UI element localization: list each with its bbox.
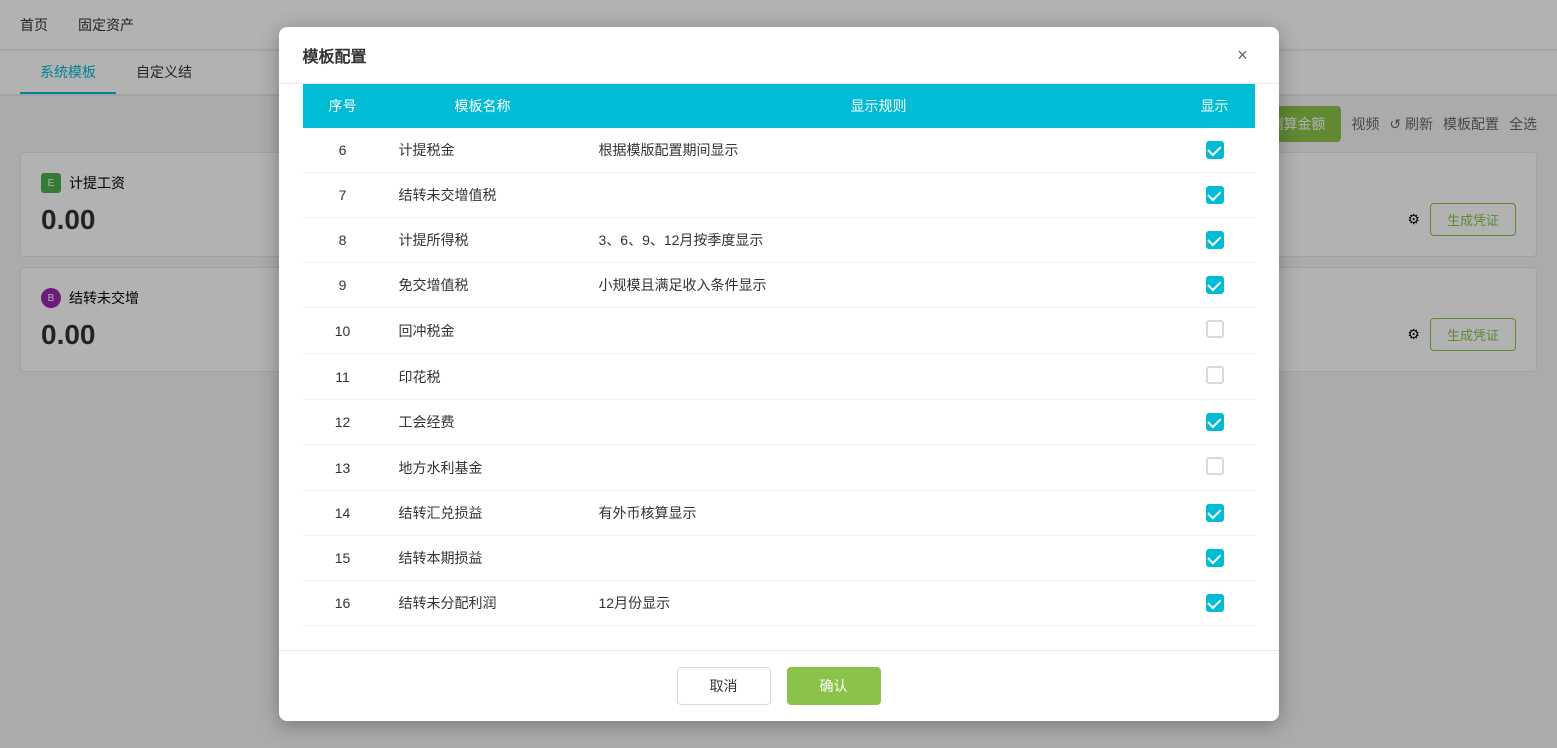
- cell-no: 12: [303, 400, 383, 445]
- cell-checkbox[interactable]: [1175, 354, 1255, 400]
- cell-rule: [583, 400, 1175, 445]
- cell-checkbox[interactable]: [1175, 173, 1255, 218]
- cell-no: 11: [303, 354, 383, 400]
- checkbox-checked-icon[interactable]: [1206, 141, 1224, 159]
- cell-name: 结转未交增值税: [383, 173, 583, 218]
- modal-close-button[interactable]: ×: [1231, 43, 1255, 67]
- cell-name: 结转未分配利润: [383, 581, 583, 626]
- cell-name: 结转本期损益: [383, 536, 583, 581]
- cell-no: 13: [303, 445, 383, 491]
- table-header: 序号 模板名称 显示规则 显示: [303, 84, 1255, 128]
- checkbox-unchecked-icon[interactable]: [1206, 320, 1224, 338]
- cell-no: 10: [303, 308, 383, 354]
- cell-no: 6: [303, 128, 383, 173]
- checkbox-checked-icon[interactable]: [1206, 594, 1224, 612]
- cell-no: 16: [303, 581, 383, 626]
- cell-rule: [583, 173, 1175, 218]
- checkbox-checked-icon[interactable]: [1206, 186, 1224, 204]
- cell-checkbox[interactable]: [1175, 400, 1255, 445]
- checkbox-checked-icon[interactable]: [1206, 276, 1224, 294]
- cell-checkbox[interactable]: [1175, 491, 1255, 536]
- table-row: 6计提税金根据模版配置期间显示: [303, 128, 1255, 173]
- cell-name: 工会经费: [383, 400, 583, 445]
- table-row: 10回冲税金: [303, 308, 1255, 354]
- cell-rule: 小规模且满足收入条件显示: [583, 263, 1175, 308]
- modal-header: 模板配置 ×: [279, 27, 1279, 84]
- col-header-no: 序号: [303, 84, 383, 128]
- cell-checkbox[interactable]: [1175, 536, 1255, 581]
- col-header-display: 显示: [1175, 84, 1255, 128]
- table-row: 15结转本期损益: [303, 536, 1255, 581]
- modal-overlay: 模板配置 × 序号 模板名称 显示规则 显示 6计提税金根据模版配置期间显示7结…: [0, 0, 1557, 748]
- table-row: 14结转汇兑损益有外币核算显示: [303, 491, 1255, 536]
- table-row: 8计提所得税3、6、9、12月按季度显示: [303, 218, 1255, 263]
- cell-rule: [583, 536, 1175, 581]
- cell-no: 14: [303, 491, 383, 536]
- cell-rule: 12月份显示: [583, 581, 1175, 626]
- cell-rule: [583, 308, 1175, 354]
- confirm-button[interactable]: 确认: [787, 667, 881, 705]
- cell-no: 9: [303, 263, 383, 308]
- checkbox-checked-icon[interactable]: [1206, 231, 1224, 249]
- cell-checkbox[interactable]: [1175, 581, 1255, 626]
- col-header-rule: 显示规则: [583, 84, 1175, 128]
- cancel-button[interactable]: 取消: [677, 667, 771, 705]
- cell-rule: 有外币核算显示: [583, 491, 1175, 536]
- table-row: 9免交增值税小规模且满足收入条件显示: [303, 263, 1255, 308]
- config-table: 序号 模板名称 显示规则 显示 6计提税金根据模版配置期间显示7结转未交增值税8…: [303, 84, 1255, 626]
- template-config-modal: 模板配置 × 序号 模板名称 显示规则 显示 6计提税金根据模版配置期间显示7结…: [279, 27, 1279, 721]
- table-row: 7结转未交增值税: [303, 173, 1255, 218]
- modal-footer: 取消 确认: [279, 650, 1279, 721]
- cell-rule: 根据模版配置期间显示: [583, 128, 1175, 173]
- cell-name: 地方水利基金: [383, 445, 583, 491]
- cell-checkbox[interactable]: [1175, 445, 1255, 491]
- modal-title: 模板配置: [303, 43, 367, 67]
- cell-name: 计提所得税: [383, 218, 583, 263]
- modal-body: 序号 模板名称 显示规则 显示 6计提税金根据模版配置期间显示7结转未交增值税8…: [279, 84, 1279, 650]
- col-header-name: 模板名称: [383, 84, 583, 128]
- checkbox-unchecked-icon[interactable]: [1206, 457, 1224, 475]
- table-row: 13地方水利基金: [303, 445, 1255, 491]
- cell-checkbox[interactable]: [1175, 308, 1255, 354]
- cell-no: 7: [303, 173, 383, 218]
- cell-no: 15: [303, 536, 383, 581]
- cell-no: 8: [303, 218, 383, 263]
- table-body: 6计提税金根据模版配置期间显示7结转未交增值税8计提所得税3、6、9、12月按季…: [303, 128, 1255, 626]
- checkbox-checked-icon[interactable]: [1206, 549, 1224, 567]
- table-row: 12工会经费: [303, 400, 1255, 445]
- cell-name: 计提税金: [383, 128, 583, 173]
- checkbox-checked-icon[interactable]: [1206, 504, 1224, 522]
- cell-name: 结转汇兑损益: [383, 491, 583, 536]
- table-row: 11印花税: [303, 354, 1255, 400]
- cell-name: 印花税: [383, 354, 583, 400]
- cell-rule: [583, 445, 1175, 491]
- cell-rule: 3、6、9、12月按季度显示: [583, 218, 1175, 263]
- cell-name: 免交增值税: [383, 263, 583, 308]
- cell-checkbox[interactable]: [1175, 128, 1255, 173]
- cell-checkbox[interactable]: [1175, 263, 1255, 308]
- cell-rule: [583, 354, 1175, 400]
- cell-name: 回冲税金: [383, 308, 583, 354]
- cell-checkbox[interactable]: [1175, 218, 1255, 263]
- checkbox-unchecked-icon[interactable]: [1206, 366, 1224, 384]
- checkbox-checked-icon[interactable]: [1206, 413, 1224, 431]
- table-row: 16结转未分配利润12月份显示: [303, 581, 1255, 626]
